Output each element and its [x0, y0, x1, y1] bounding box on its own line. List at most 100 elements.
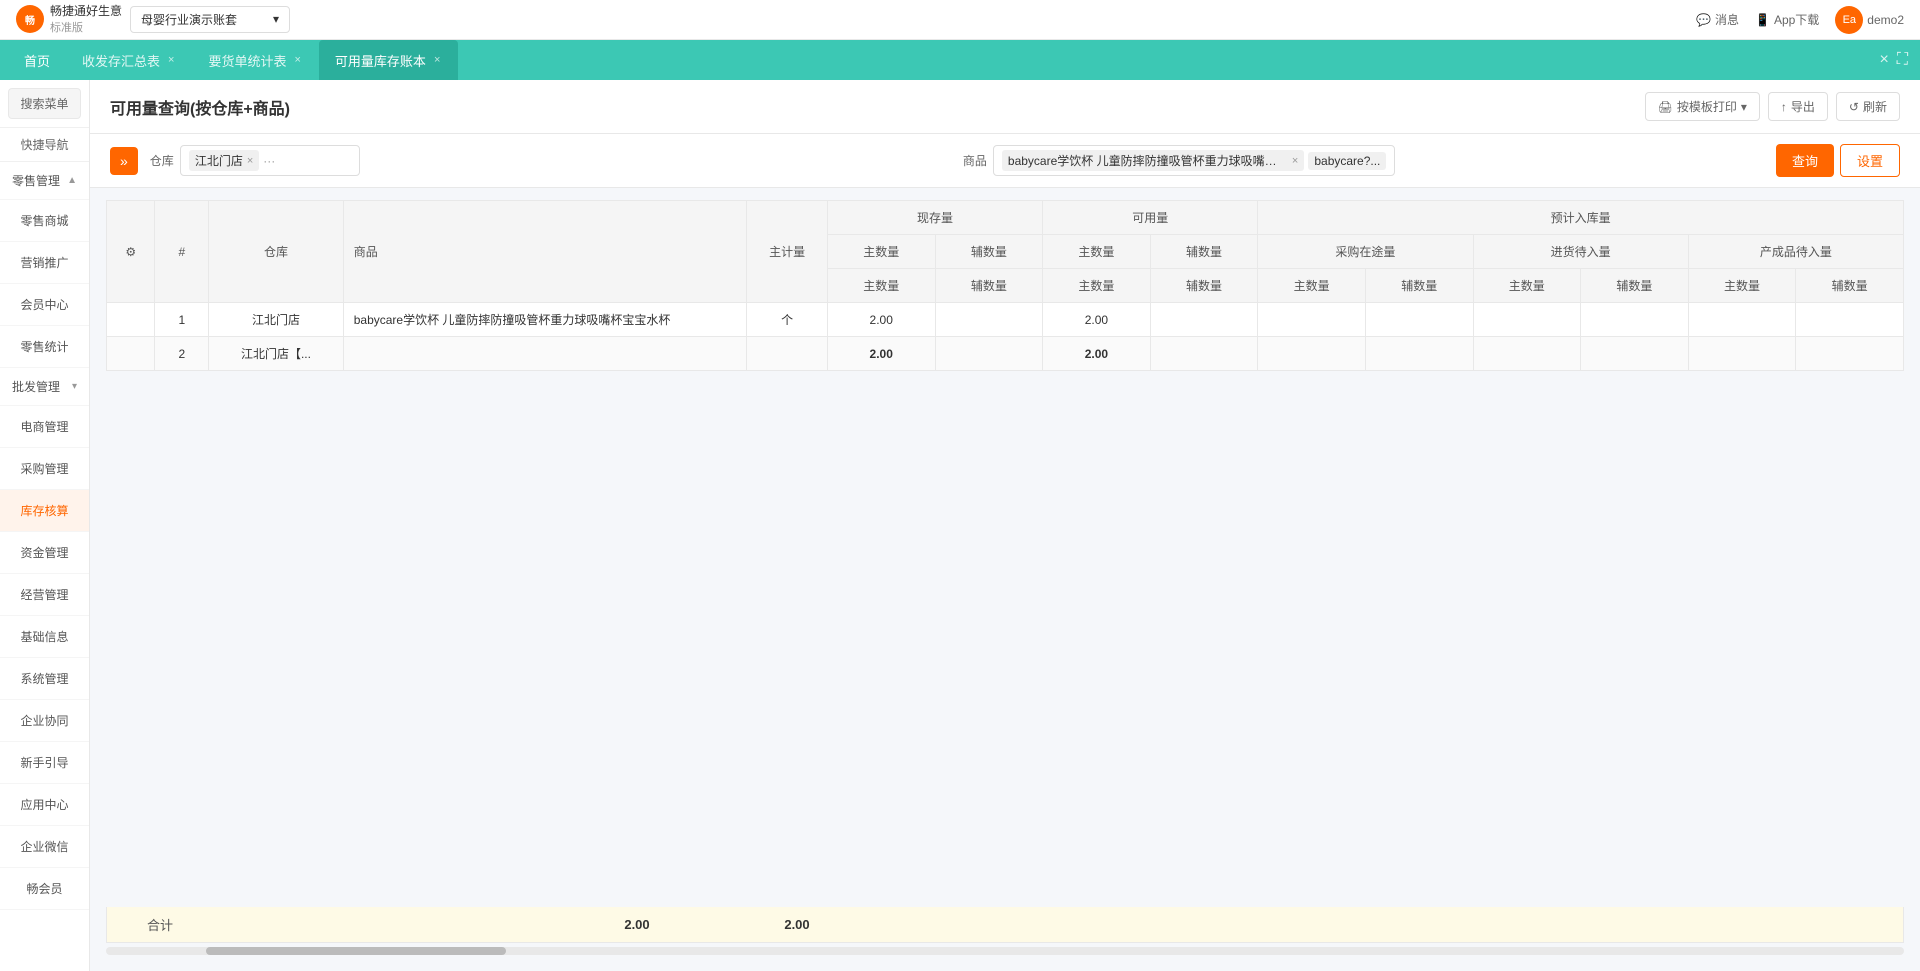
row1-product: babycare学饮杯 儿童防摔防撞吸管杯重力球吸嘴杯宝宝水杯: [343, 303, 747, 337]
footer-stock-main: 2.00: [597, 917, 677, 932]
tab-requisition-label: 要货单统计表: [208, 51, 286, 70]
row1-pit-main: [1258, 303, 1366, 337]
th-stock-aux2: 辅数量: [935, 269, 1043, 303]
sidebar-item-marketing[interactable]: 营销推广: [0, 242, 89, 284]
sidebar-item-enterprise[interactable]: 企业协同: [0, 700, 89, 742]
top-bar-left: 畅 畅捷通好生意 标准版 母婴行业演示账套 ▾: [16, 4, 290, 34]
product-filter-label: 商品: [963, 152, 987, 169]
sidebar-item-retail-mall[interactable]: 零售商城: [0, 200, 89, 242]
warehouse-filter-input[interactable]: 江北门店 × ···: [180, 145, 360, 176]
sidebar-search-btn[interactable]: 搜索菜单: [8, 88, 81, 119]
warehouse-tag-1: 江北门店 ×: [189, 150, 259, 171]
sidebar-item-inventory-check-label: 库存核算: [20, 502, 68, 519]
product-filter-group: 商品 babycare学饮杯 儿童防摔防撞吸管杯重力球吸嘴杯宝宝水杯 × bab…: [963, 145, 1764, 176]
sidebar-item-new-guide[interactable]: 新手引导: [0, 742, 89, 784]
tab-close-all-btn[interactable]: ×: [1879, 51, 1888, 69]
sidebar-item-retail-stats[interactable]: 零售统计: [0, 326, 89, 368]
sidebar-item-ecommerce[interactable]: 电商管理: [0, 406, 89, 448]
tab-expand-btn[interactable]: ⛶: [1897, 51, 1908, 69]
sidebar-item-inventory-check[interactable]: 库存核算: [0, 490, 89, 532]
th-stock-main2: 主数量: [827, 269, 935, 303]
th-unit: 主计量: [747, 201, 828, 303]
sidebar-item-retail[interactable]: 零售管理 ▲: [0, 162, 89, 200]
refresh-btn[interactable]: ↺ 刷新: [1836, 92, 1900, 121]
row2-warehouse: 江北门店【...: [209, 337, 344, 371]
export-btn[interactable]: ↑ 导出: [1768, 92, 1828, 121]
row2-unit: [747, 337, 828, 371]
row2-pit-main: [1258, 337, 1366, 371]
chevron-down-icon: ▾: [273, 12, 279, 26]
th-stock-aux: 辅数量: [935, 235, 1043, 269]
page-header-actions: 🖨 按模板打印 ▾ ↑ 导出 ↺ 刷新: [1645, 92, 1900, 121]
print-btn[interactable]: 🖨 按模板打印 ▾: [1645, 92, 1760, 121]
product-tag-1-remove[interactable]: ×: [1292, 155, 1298, 167]
sidebar-item-member[interactable]: 会员中心: [0, 284, 89, 326]
row1-pp-aux: [1581, 303, 1689, 337]
th-pp-aux: 辅数量: [1581, 269, 1689, 303]
avatar-text: Ea: [1843, 14, 1856, 26]
tab-inventory-close[interactable]: ×: [432, 52, 442, 68]
tab-receivable-label: 收发存汇总表: [82, 51, 160, 70]
sidebar-item-new-guide-label: 新手引导: [20, 754, 68, 771]
sidebar-item-enterprise-wechat-label: 企业微信: [20, 838, 68, 855]
tab-requisition[interactable]: 要货单统计表 ×: [192, 40, 318, 80]
row1-stock-aux: [935, 303, 1043, 337]
page-header: 可用量查询(按仓库+商品) 🖨 按模板打印 ▾ ↑ 导出 ↺ 刷新: [90, 80, 1920, 134]
scrollbar-thumb[interactable]: [206, 947, 506, 955]
table-footer: 合计 2.00 2.00: [106, 907, 1904, 943]
sidebar-item-enterprise-wechat[interactable]: 企业微信: [0, 826, 89, 868]
tab-receivable-close[interactable]: ×: [166, 52, 176, 68]
th-stock: 现存量: [827, 201, 1042, 235]
query-btn[interactable]: 查询: [1776, 144, 1834, 177]
tab-receivable[interactable]: 收发存汇总表 ×: [66, 40, 192, 80]
message-btn[interactable]: 💬 消息: [1696, 11, 1739, 28]
tab-home[interactable]: 首页: [8, 40, 66, 80]
warehouse-ellipsis[interactable]: ···: [263, 154, 275, 168]
horizontal-scrollbar[interactable]: [106, 947, 1904, 955]
product-filter-input[interactable]: babycare学饮杯 儿童防摔防撞吸管杯重力球吸嘴杯宝宝水杯 × babyca…: [993, 145, 1395, 176]
footer-avail-main: 2.00: [757, 917, 837, 932]
avatar: Ea: [1835, 6, 1863, 34]
logo-text: 畅捷通好生意: [50, 4, 122, 18]
refresh-label: 刷新: [1863, 98, 1887, 115]
row1-unit: 个: [747, 303, 828, 337]
sidebar-item-purchase-label: 采购管理: [20, 460, 68, 477]
sidebar-item-finance[interactable]: 资金管理: [0, 532, 89, 574]
warehouse-filter-group: 仓库 江北门店 × ···: [150, 145, 951, 176]
sidebar-item-system[interactable]: 系统管理: [0, 658, 89, 700]
sidebar-search-area: 搜索菜单: [0, 80, 89, 128]
sidebar-item-wholesale[interactable]: 批发管理 ▾: [0, 368, 89, 406]
setting-btn[interactable]: 设置: [1840, 144, 1900, 177]
th-product-pending: 产成品待入量: [1688, 235, 1903, 269]
table-row: 1 江北门店 babycare学饮杯 儿童防摔防撞吸管杯重力球吸嘴杯宝宝水杯 个…: [107, 303, 1904, 337]
table-wrap: ⚙ # 仓库 商品 主计量 现存量 可用量 预计入库量 主数量 辅数量 主数量 …: [90, 188, 1920, 971]
tab-requisition-close[interactable]: ×: [292, 52, 302, 68]
th-forecast: 预计入库量: [1258, 201, 1904, 235]
th-avail-aux: 辅数量: [1150, 235, 1258, 269]
product-tag-1-text: babycare学饮杯 儿童防摔防撞吸管杯重力球吸嘴杯宝宝水杯: [1008, 152, 1288, 169]
sidebar-item-operations[interactable]: 经营管理: [0, 574, 89, 616]
sidebar-item-app-center-label: 应用中心: [20, 796, 68, 813]
sidebar-item-member-label: 会员中心: [20, 296, 68, 313]
sidebar-item-app-center[interactable]: 应用中心: [0, 784, 89, 826]
th-settings[interactable]: ⚙: [107, 201, 155, 303]
sidebar-item-purchase[interactable]: 采购管理: [0, 448, 89, 490]
filter-toggle-btn[interactable]: »: [110, 147, 138, 175]
sidebar-quick-nav[interactable]: 快捷导航: [0, 128, 89, 162]
th-purchase-pending: 进货待入量: [1473, 235, 1688, 269]
row2-pp-main: [1473, 337, 1581, 371]
th-prp-main: 主数量: [1688, 269, 1796, 303]
content-area: 可用量查询(按仓库+商品) 🖨 按模板打印 ▾ ↑ 导出 ↺ 刷新 »: [90, 80, 1920, 971]
logo-area: 畅 畅捷通好生意 标准版: [16, 4, 122, 34]
industry-selector[interactable]: 母婴行业演示账套 ▾: [130, 6, 290, 33]
nav-tabs: 首页 收发存汇总表 × 要货单统计表 × 可用量库存账本 × × ⛶: [0, 40, 1920, 80]
sidebar-item-base-info[interactable]: 基础信息: [0, 616, 89, 658]
tab-inventory[interactable]: 可用量库存账本 ×: [319, 40, 458, 80]
warehouse-tag-1-remove[interactable]: ×: [247, 155, 253, 167]
row2-no: 2: [155, 337, 209, 371]
app-download-btn[interactable]: 📱 App下载: [1755, 11, 1819, 28]
user-profile[interactable]: Ea demo2: [1835, 6, 1904, 34]
logo-subtext: 标准版: [50, 19, 122, 35]
sidebar-item-vip[interactable]: 畅会员: [0, 868, 89, 910]
sidebar-item-retail-stats-label: 零售统计: [20, 338, 68, 355]
